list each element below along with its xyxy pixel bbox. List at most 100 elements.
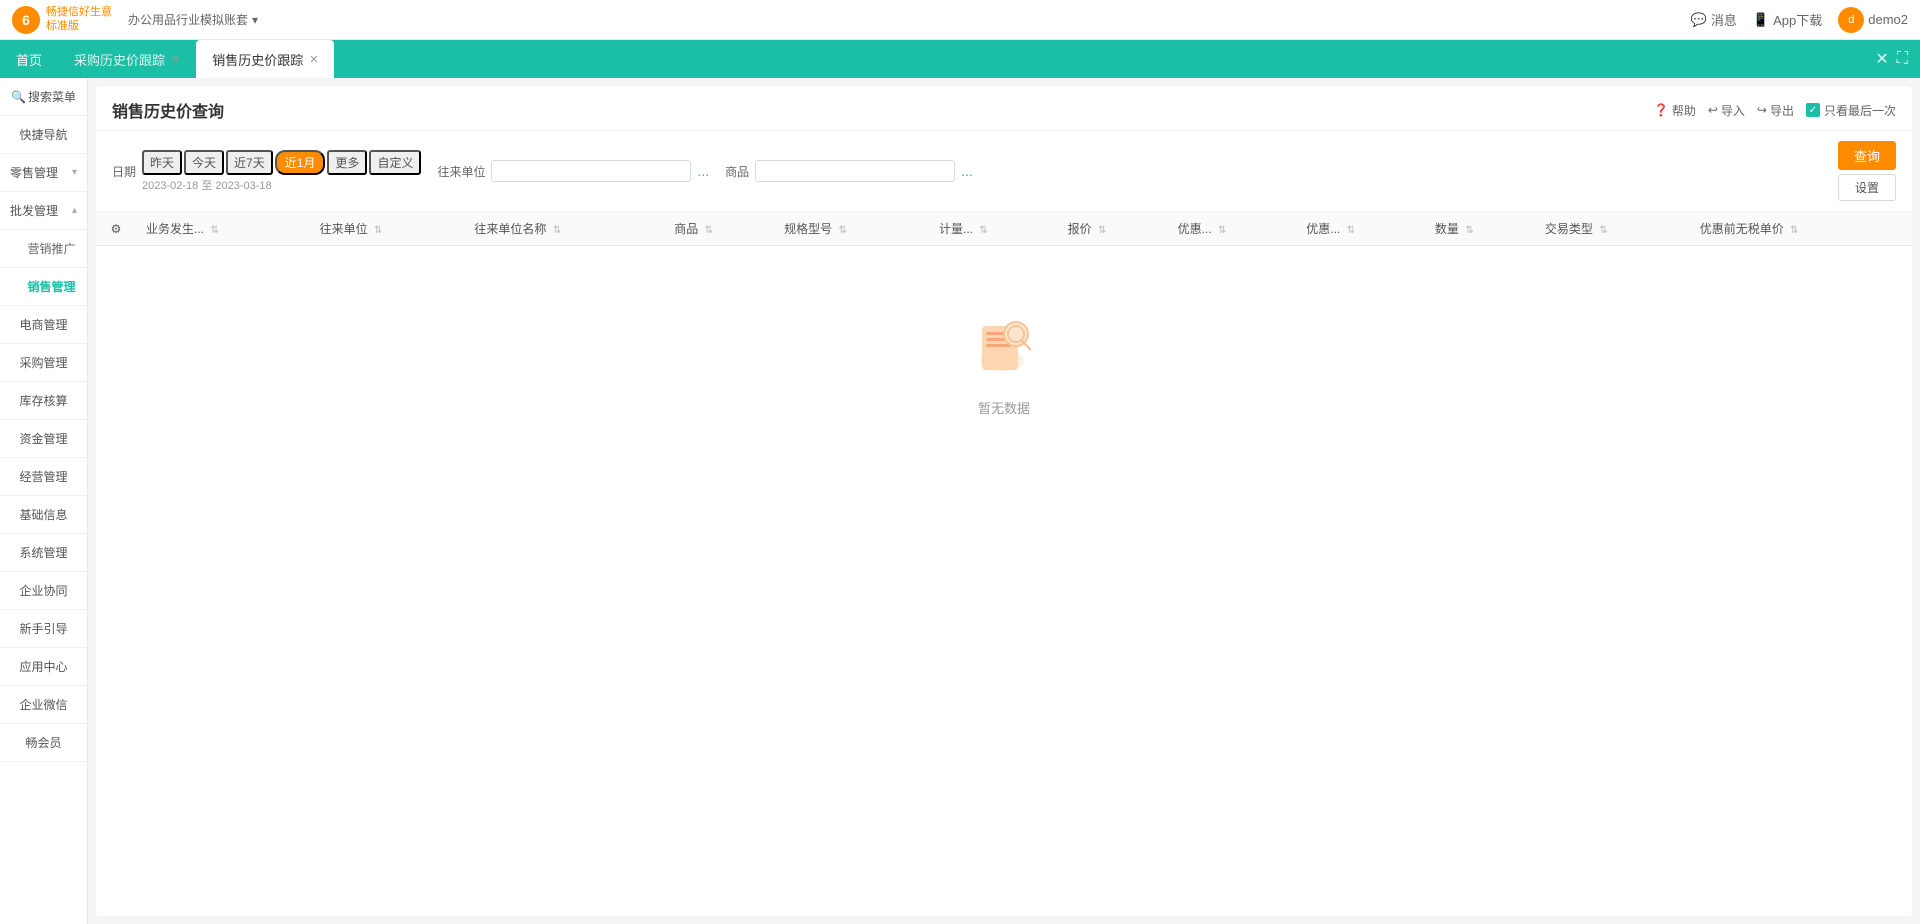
partner-picker-button[interactable]: ... [697, 163, 709, 179]
th-quantity[interactable]: 数量 ⇅ [1425, 212, 1535, 246]
logo-area: 6 畅捷信好生意 标准版 [12, 6, 112, 34]
main-layout: 🔍 搜索菜单 快捷导航 零售管理 ▾ 批发管理 ▴ 营销推广 销售管理 电商管理… [0, 78, 1920, 924]
sidebar-item-enterprise[interactable]: 企业协同 [0, 572, 87, 610]
sidebar-item-member[interactable]: 畅会员 [0, 724, 87, 762]
th-biz-date[interactable]: 业务发生... ⇅ [136, 212, 310, 246]
date-buttons-row: 昨天 今天 近7天 近1月 更多 自定义 [142, 150, 421, 175]
chevron-down-icon: ▾ [252, 13, 258, 27]
date-7days-button[interactable]: 近7天 [226, 150, 273, 175]
sidebar-item-retail[interactable]: 零售管理 ▾ [0, 154, 87, 192]
th-spec[interactable]: 规格型号 ⇅ [774, 212, 929, 246]
sort-icon: ⇅ [1218, 225, 1226, 236]
empty-text: 暂无数据 [978, 398, 1030, 417]
help-button[interactable]: ❓ 帮助 [1654, 102, 1696, 119]
goods-input[interactable] [755, 160, 955, 182]
goods-label: 商品 [725, 163, 749, 180]
chevron-up-icon: ▴ [72, 205, 77, 216]
query-button[interactable]: 查询 [1838, 141, 1896, 170]
sidebar-item-basic[interactable]: 基础信息 [0, 496, 87, 534]
sidebar-item-wholesale[interactable]: 批发管理 ▴ [0, 192, 87, 230]
date-custom-button[interactable]: 自定义 [369, 150, 421, 175]
empty-icon [964, 306, 1044, 386]
tab-sales-history[interactable]: 销售历史价跟踪 ✕ [196, 40, 334, 78]
import-button[interactable]: ↩ 导入 [1708, 102, 1745, 119]
date-more-button[interactable]: 更多 [327, 150, 367, 175]
sidebar-item-marketing[interactable]: 营销推广 [0, 230, 87, 268]
sidebar-item-purchase[interactable]: 采购管理 [0, 344, 87, 382]
workspace-selector[interactable]: 办公用品行业模拟账套 ▾ [120, 11, 266, 28]
top-bar-left: 6 畅捷信好生意 标准版 办公用品行业模拟账套 ▾ [12, 6, 266, 34]
sidebar-item-operations[interactable]: 经营管理 [0, 458, 87, 496]
goods-filter-group: 商品 ... [725, 160, 973, 182]
date-today-button[interactable]: 今天 [184, 150, 224, 175]
maximize-button[interactable]: ⛶ [1897, 50, 1908, 68]
search-icon: 🔍 [11, 90, 26, 104]
top-bar-right: 💬 消息 📱 App下载 d demo2 [1691, 7, 1908, 33]
app-download-button[interactable]: 📱 App下载 [1753, 10, 1822, 29]
content-area: 销售历史价查询 ❓ 帮助 ↩ 导入 ↪ 导出 ✓ [88, 78, 1920, 924]
checkbox-icon: ✓ [1806, 103, 1820, 117]
th-discount1[interactable]: 优惠... ⇅ [1168, 212, 1297, 246]
message-button[interactable]: 💬 消息 [1691, 10, 1737, 29]
th-goods[interactable]: 商品 ⇅ [664, 212, 774, 246]
top-bar: 6 畅捷信好生意 标准版 办公用品行业模拟账套 ▾ 💬 消息 📱 App下载 d… [0, 0, 1920, 40]
sidebar-item-sales[interactable]: 销售管理 [0, 268, 87, 306]
date-1month-button[interactable]: 近1月 [275, 150, 326, 175]
sort-icon: ⇅ [1465, 225, 1473, 236]
goods-picker-button[interactable]: ... [961, 163, 973, 179]
th-unit[interactable]: 计量... ⇅ [929, 212, 1058, 246]
date-filter-options: 昨天 今天 近7天 近1月 更多 自定义 2023-02-18 至 2023-0… [142, 150, 421, 193]
tab-bar-right: ✕ ⛶ [1875, 49, 1920, 69]
help-icon: ❓ [1654, 103, 1669, 117]
th-pretax-price[interactable]: 优惠前无税单价 ⇅ [1690, 212, 1912, 246]
date-yesterday-button[interactable]: 昨天 [142, 150, 182, 175]
date-range-display: 2023-02-18 至 2023-03-18 [142, 177, 421, 193]
sidebar-item-finance[interactable]: 资金管理 [0, 420, 87, 458]
filter-bar: 日期 昨天 今天 近7天 近1月 更多 自定义 2023-02-18 至 202… [96, 131, 1912, 212]
tab-sales-close[interactable]: ✕ [309, 53, 318, 66]
sort-icon: ⇅ [1790, 225, 1798, 236]
partner-label: 往来单位 [437, 163, 485, 180]
sidebar-item-system[interactable]: 系统管理 [0, 534, 87, 572]
export-button[interactable]: ↪ 导出 [1757, 102, 1794, 119]
message-icon: 💬 [1691, 12, 1707, 28]
tab-purchase-close[interactable]: ✕ [171, 53, 180, 66]
th-price[interactable]: 报价 ⇅ [1058, 212, 1168, 246]
avatar: d [1838, 7, 1864, 33]
import-icon: ↩ [1708, 103, 1718, 117]
sidebar-item-inventory[interactable]: 库存核算 [0, 382, 87, 420]
phone-icon: 📱 [1753, 12, 1769, 28]
sidebar: 🔍 搜索菜单 快捷导航 零售管理 ▾ 批发管理 ▴ 营销推广 销售管理 电商管理… [0, 78, 88, 924]
tab-bar: 首页 采购历史价跟踪 ✕ 销售历史价跟踪 ✕ ✕ ⛶ [0, 40, 1920, 78]
sort-icon: ⇅ [210, 225, 218, 236]
th-partner-name[interactable]: 往来单位名称 ⇅ [464, 212, 664, 246]
settings-button[interactable]: 设置 [1838, 174, 1896, 201]
sidebar-item-wechat[interactable]: 企业微信 [0, 686, 87, 724]
sort-icon: ⇅ [705, 225, 713, 236]
only-last-checkbox[interactable]: ✓ 只看最后一次 [1806, 102, 1896, 119]
sort-icon: ⇅ [553, 225, 561, 236]
logo-icon: 6 [12, 6, 40, 34]
tab-home[interactable]: 首页 [0, 40, 58, 78]
table-container: ⚙ 业务发生... ⇅ 往来单位 ⇅ 往来单位名称 ⇅ [96, 212, 1912, 916]
th-trade-type[interactable]: 交易类型 ⇅ [1535, 212, 1690, 246]
sidebar-item-shortcut[interactable]: 快捷导航 [0, 116, 87, 154]
close-all-tabs-button[interactable]: ✕ [1875, 49, 1888, 69]
partner-input[interactable] [491, 160, 691, 182]
th-discount2[interactable]: 优惠... ⇅ [1296, 212, 1425, 246]
th-gear[interactable]: ⚙ [96, 212, 136, 246]
sidebar-item-ecommerce[interactable]: 电商管理 [0, 306, 87, 344]
date-filter-group: 日期 昨天 今天 近7天 近1月 更多 自定义 2023-02-18 至 202… [112, 150, 421, 193]
data-table: ⚙ 业务发生... ⇅ 往来单位 ⇅ 往来单位名称 ⇅ [96, 212, 1912, 246]
sort-icon: ⇅ [838, 225, 846, 236]
page-container: 销售历史价查询 ❓ 帮助 ↩ 导入 ↪ 导出 ✓ [96, 86, 1912, 916]
user-menu[interactable]: d demo2 [1838, 7, 1908, 33]
sidebar-item-guide[interactable]: 新手引导 [0, 610, 87, 648]
sort-icon: ⇅ [1599, 225, 1607, 236]
sort-icon: ⇅ [979, 225, 987, 236]
sidebar-item-appstore[interactable]: 应用中心 [0, 648, 87, 686]
tab-purchase-history[interactable]: 采购历史价跟踪 ✕ [58, 40, 196, 78]
th-partner-code[interactable]: 往来单位 ⇅ [310, 212, 465, 246]
sidebar-item-search[interactable]: 🔍 搜索菜单 [0, 78, 87, 116]
chevron-down-icon: ▾ [72, 167, 77, 178]
